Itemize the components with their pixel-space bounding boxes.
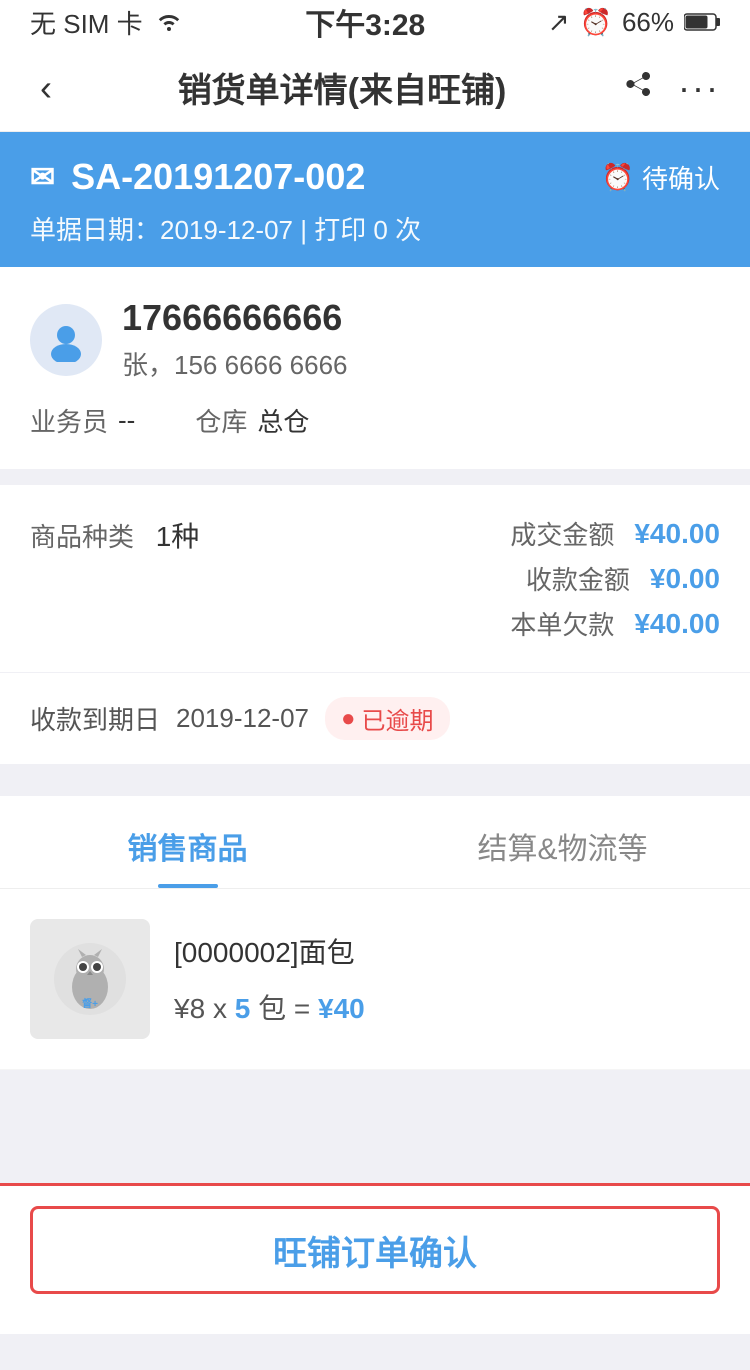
tab-products[interactable]: 销售商品 [0,796,375,888]
svg-text:督+: 督+ [82,997,98,1010]
summary-right: 成交金额 ¥40.00 收款金额 ¥0.00 本单欠款 ¥40.00 [510,515,720,642]
product-details: [0000002]面包 ¥8 x 5 包 = ¥40 [174,931,720,1027]
back-button[interactable]: ‹ [30,57,62,119]
balance-due: ¥40.00 [634,608,720,640]
product-thumb-inner: 督+ [30,919,150,1039]
warning-icon: ● [341,705,356,733]
tab-settlement[interactable]: 结算&物流等 [375,796,750,888]
transaction-row: 成交金额 ¥40.00 [510,515,720,552]
confirm-label: 旺铺订单确认 [273,1226,477,1275]
product-quantity: 5 [235,993,251,1024]
bottom-bar: 旺铺订单确认 [0,1183,750,1334]
product-kind-label: 商品种类 [30,522,134,552]
product-thumbnail: 督+ [30,919,150,1039]
received-label: 收款金额 [526,560,630,597]
due-date-label: 收款到期日 [30,700,160,737]
received-amount: ¥0.00 [650,563,720,595]
customer-avatar [30,304,102,376]
divider-2 [0,764,750,780]
transaction-label: 成交金额 [510,515,614,552]
transaction-amount: ¥40.00 [634,518,720,550]
due-date-section: 收款到期日 2019-12-07 ● 已逾期 [0,672,750,764]
warehouse-meta: 仓库 总仓 [195,402,309,439]
status-time: 下午3:28 [305,0,425,44]
sales-value: -- [118,405,135,436]
more-icon[interactable]: ··· [678,67,720,109]
customer-info: 17666666666 张，156 6666 6666 [122,297,720,382]
due-date-value: 2019-12-07 [176,703,309,734]
wifi-icon [155,7,183,38]
product-item: 督+ [0000002]面包 ¥8 x 5 包 = ¥40 [0,889,750,1070]
tab-settlement-label: 结算&物流等 [477,833,647,866]
product-list: 督+ [0000002]面包 ¥8 x 5 包 = ¥40 [0,889,750,1070]
customer-section: 17666666666 张，156 6666 6666 业务员 -- 仓库 总仓 [0,267,750,469]
overdue-badge: ● 已逾期 [325,697,450,740]
summary-section: 商品种类 1种 成交金额 ¥40.00 收款金额 ¥0.00 本单欠款 ¥40.… [0,485,750,672]
clock-icon: ⏰ [602,162,634,193]
sales-meta: 业务员 -- [30,402,135,439]
customer-name-phone: 张，156 6666 6666 [122,345,720,382]
balance-row: 本单欠款 ¥40.00 [510,605,720,642]
nav-bar: ‹ 销货单详情(来自旺铺) ··· [0,44,750,132]
order-id-row: ✉ SA-20191207-002 ⏰ 待确认 [30,156,720,198]
multiply-sign: x [213,993,235,1024]
equals-sign: = [294,993,318,1024]
share-icon[interactable] [622,68,654,108]
product-price: ¥8 [174,993,205,1024]
order-id-text: SA-20191207-002 [71,156,365,198]
location-icon: ↗ [548,7,570,38]
product-kind-value: 1种 [156,521,200,552]
customer-meta: 业务员 -- 仓库 总仓 [30,402,720,439]
alarm-icon: ⏰ [580,7,612,38]
product-total: ¥40 [318,993,365,1024]
order-header: ✉ SA-20191207-002 ⏰ 待确认 单据日期：2019-12-07 … [0,132,750,267]
order-status: ⏰ 待确认 [602,159,720,196]
nav-actions: ··· [622,67,720,109]
divider-1 [0,469,750,485]
order-date: 单据日期：2019-12-07 | 打印 0 次 [30,210,720,247]
customer-phone: 17666666666 [122,297,720,339]
status-text: 待确认 [642,159,720,196]
warehouse-value: 总仓 [257,402,309,439]
battery-icon [684,7,720,38]
tab-products-label: 销售商品 [128,833,248,866]
product-unit: 包 [258,993,286,1024]
warehouse-label: 仓库 [195,402,247,439]
summary-left: 商品种类 1种 [30,515,199,555]
overdue-text: 已逾期 [362,701,434,736]
status-bar: 无 SIM 卡 下午3:28 ↗ ⏰ 66% [0,0,750,44]
product-price-row: ¥8 x 5 包 = ¥40 [174,987,720,1027]
sim-status: 无 SIM 卡 [30,4,143,41]
customer-row: 17666666666 张，156 6666 6666 [30,297,720,382]
sales-label: 业务员 [30,402,108,439]
battery-level: 66% [622,7,674,38]
status-right: ↗ ⏰ 66% [548,7,720,38]
status-left: 无 SIM 卡 [30,4,183,41]
envelope-icon: ✉ [30,160,55,195]
page-title: 销货单详情(来自旺铺) [178,63,507,112]
product-name: [0000002]面包 [174,931,720,971]
received-row: 收款金额 ¥0.00 [526,560,720,597]
tabs-bar: 销售商品 结算&物流等 [0,796,750,889]
balance-label: 本单欠款 [510,605,614,642]
confirm-button[interactable]: 旺铺订单确认 [30,1206,720,1294]
order-id-left: ✉ SA-20191207-002 [30,156,365,198]
